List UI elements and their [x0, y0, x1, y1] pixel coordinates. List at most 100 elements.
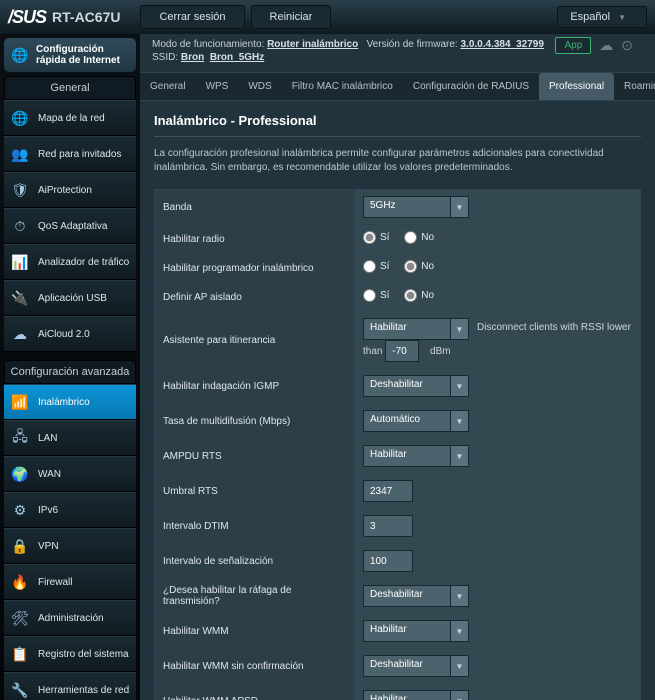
sidebar-item[interactable]: 👥 Red para invitados [4, 136, 136, 172]
setting-label: Habilitar indagación IGMP [155, 369, 355, 404]
sidebar-icon: 🔧 [10, 680, 30, 700]
tab[interactable]: General [140, 73, 196, 100]
sidebar-item[interactable]: 🌐 Mapa de la red [4, 100, 136, 136]
radio-no[interactable]: No [404, 289, 434, 302]
radio-no[interactable]: No [404, 231, 434, 244]
sidebar-heading-general: General [4, 76, 136, 100]
tab[interactable]: Professional [539, 73, 614, 100]
chevron-down-icon[interactable]: ▼ [451, 620, 469, 642]
rssi-input[interactable] [385, 340, 419, 362]
chevron-down-icon[interactable]: ▼ [451, 445, 469, 467]
sidebar-item[interactable]: 📋 Registro del sistema [4, 636, 136, 672]
setting-label: Habilitar WMM [155, 614, 355, 649]
sidebar-item[interactable]: 📶 Inalámbrico [4, 384, 136, 420]
tab[interactable]: WDS [238, 73, 281, 100]
sidebar-item-label: Mapa de la red [38, 113, 105, 124]
sidebar-item[interactable]: 📊 Analizador de tráfico [4, 244, 136, 280]
setting-value: Automático▼ [355, 404, 641, 439]
ssid2-link[interactable]: Bron_5GHz [210, 52, 264, 63]
select-value[interactable]: Habilitar [363, 445, 451, 467]
sidebar-item[interactable]: ☁ AiCloud 2.0 [4, 316, 136, 352]
fw-link[interactable]: 3.0.0.4.384_32799 [461, 39, 544, 50]
sidebar-icon: 📋 [10, 644, 30, 664]
main-panel: Modo de funcionamiento: Router inalámbri… [140, 34, 655, 700]
reboot-button[interactable]: Reiniciar [251, 5, 332, 29]
chevron-down-icon[interactable]: ▼ [451, 196, 469, 218]
info-icon[interactable]: ⊙ [621, 37, 633, 54]
setting-value: Deshabilitar▼ [355, 649, 641, 684]
text-input[interactable] [363, 515, 413, 537]
setting-label: Habilitar WMM sin confirmación [155, 649, 355, 684]
setting-value: 5GHz▼ [355, 190, 641, 225]
text-input[interactable] [363, 550, 413, 572]
select-value[interactable]: Deshabilitar [363, 585, 451, 607]
sidebar-item[interactable]: ⏱ QoS Adaptativa [4, 208, 136, 244]
radio-si[interactable]: Sí [363, 231, 389, 244]
chevron-down-icon[interactable]: ▼ [451, 410, 469, 432]
sidebar-item[interactable]: 🔧 Herramientas de red [4, 672, 136, 700]
radio-no[interactable]: No [404, 260, 434, 273]
mode-link[interactable]: Router inalámbrico [267, 39, 358, 50]
ssid1-link[interactable]: Bron [181, 52, 204, 63]
sidebar-icon: 🛡 [10, 180, 30, 200]
select-value[interactable]: Habilitar [363, 620, 451, 642]
tab[interactable]: Roaming Block List [614, 73, 655, 100]
setting-value: Habilitar▼ [355, 614, 641, 649]
sidebar-item[interactable]: ⚙ IPv6 [4, 492, 136, 528]
select-value[interactable]: 5GHz [363, 196, 451, 218]
select-value[interactable]: Deshabilitar [363, 375, 451, 397]
tab[interactable]: WPS [196, 73, 239, 100]
sidebar-icon: 🔌 [10, 288, 30, 308]
sidebar-item-label: Red para invitados [38, 149, 121, 160]
sidebar-item[interactable]: 🖧 LAN [4, 420, 136, 456]
top-bar: /SUS RT-AC67U Cerrar sesión Reiniciar Es… [0, 0, 655, 34]
chevron-down-icon[interactable]: ▼ [451, 375, 469, 397]
dbm-label: dBm [430, 346, 451, 357]
select-value[interactable]: Habilitar [363, 318, 451, 340]
tab[interactable]: Configuración de RADIUS [403, 73, 539, 100]
sidebar-icon: 👥 [10, 144, 30, 164]
app-button[interactable]: App [555, 37, 591, 54]
sidebar-icon: ⚙ [10, 500, 30, 520]
setting-label: Intervalo de señalización [155, 544, 355, 579]
select-value[interactable]: Deshabilitar [363, 655, 451, 677]
select-value[interactable]: Habilitar [363, 690, 451, 700]
chevron-down-icon[interactable]: ▼ [451, 690, 469, 700]
setting-value: Sí No [355, 225, 641, 254]
radio-si[interactable]: Sí [363, 260, 389, 273]
sidebar-item[interactable]: 🛠 Administración [4, 600, 136, 636]
settings-table: Banda5GHz▼Habilitar radioSí NoHabilitar … [154, 189, 641, 700]
sidebar-icon: 📊 [10, 252, 30, 272]
sidebar-item[interactable]: 🛡 AiProtection [4, 172, 136, 208]
select-value[interactable]: Automático [363, 410, 451, 432]
chevron-down-icon[interactable]: ▼ [451, 585, 469, 607]
sidebar-item-label: Aplicación USB [38, 293, 107, 304]
setting-value [355, 474, 641, 509]
globe-icon: 🌐 [10, 45, 30, 65]
chevron-down-icon[interactable]: ▼ [451, 318, 469, 340]
sidebar-item[interactable]: 🔥 Firewall [4, 564, 136, 600]
logout-button[interactable]: Cerrar sesión [140, 5, 244, 29]
text-input[interactable] [363, 480, 413, 502]
sidebar-item[interactable]: 🌍 WAN [4, 456, 136, 492]
mode-label: Modo de funcionamiento: [152, 39, 264, 50]
setting-value: Habilitar▼ [355, 439, 641, 474]
fw-label: Versión de firmware: [367, 39, 458, 50]
setting-value: Deshabilitar▼ [355, 369, 641, 404]
setting-label: Banda [155, 190, 355, 225]
sidebar-item[interactable]: 🔒 VPN [4, 528, 136, 564]
cloud-icon[interactable]: ☁ [599, 37, 613, 54]
quick-setup-button[interactable]: 🌐 Configuración rápida de Internet [4, 38, 136, 72]
tab[interactable]: Filtro MAC inalámbrico [282, 73, 403, 100]
sidebar-icon: ⏱ [10, 216, 30, 236]
tab-bar: GeneralWPSWDSFiltro MAC inalámbricoConfi… [140, 72, 655, 101]
setting-label: Definir AP aislado [155, 283, 355, 312]
setting-label: Umbral RTS [155, 474, 355, 509]
radio-si[interactable]: Sí [363, 289, 389, 302]
language-select[interactable]: Español ▼ [557, 6, 647, 28]
sidebar-item-label: WAN [38, 469, 61, 480]
sidebar-item-label: AiProtection [38, 185, 92, 196]
sidebar-icon: 🌍 [10, 464, 30, 484]
chevron-down-icon[interactable]: ▼ [451, 655, 469, 677]
sidebar-item[interactable]: 🔌 Aplicación USB [4, 280, 136, 316]
